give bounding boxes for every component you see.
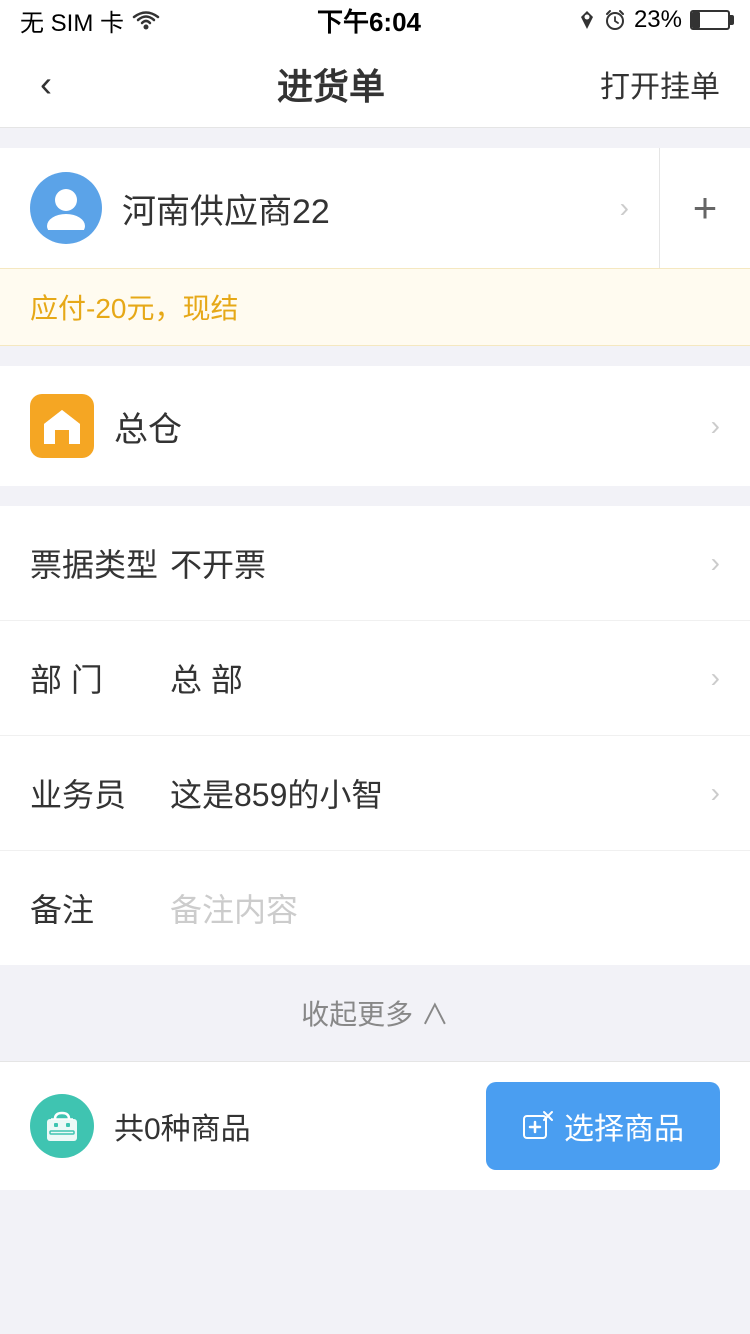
warning-text: 应付-20元，现结 [30, 293, 238, 324]
collapse-section: 收起更多 ∧ [0, 965, 750, 1061]
supplier-selector[interactable]: 河南供应商22 › [0, 148, 660, 268]
nav-bar: ‹ 进货单 打开挂单 [0, 40, 750, 128]
department-label: 部 门 [30, 655, 170, 701]
chevron-right-icon: › [620, 192, 629, 224]
open-pending-button[interactable]: 打开挂单 [600, 62, 720, 106]
invoice-type-chevron-icon: › [711, 547, 720, 579]
battery-indicator [690, 10, 730, 30]
salesperson-chevron-icon: › [711, 777, 720, 809]
status-right: 23% [578, 6, 730, 34]
remark-label: 备注 [30, 885, 170, 931]
warehouse-icon [30, 394, 94, 458]
product-cart-icon [30, 1094, 94, 1158]
battery-label: 23% [634, 6, 682, 34]
remark-row[interactable]: 备注 备注内容 [0, 851, 750, 965]
warehouse-label: 总仓 [114, 402, 711, 451]
department-row[interactable]: 部 门 总 部 › [0, 621, 750, 736]
add-product-icon [522, 1110, 554, 1142]
carrier-label: 无 SIM 卡 [20, 3, 124, 38]
invoice-type-value: 不开票 [170, 540, 711, 586]
location-icon [578, 9, 596, 31]
warning-banner: 应付-20元，现结 [0, 268, 750, 346]
salesperson-value: 这是859的小智 [170, 770, 711, 816]
status-bar: 无 SIM 卡 下午6:04 23% [0, 0, 750, 40]
salesperson-label: 业务员 [30, 770, 170, 816]
product-count-label: 共0种商品 [114, 1104, 486, 1148]
invoice-type-row[interactable]: 票据类型 不开票 › [0, 506, 750, 621]
add-supplier-button[interactable]: + [660, 148, 750, 268]
collapse-button[interactable]: 收起更多 ∧ [301, 999, 449, 1030]
invoice-type-label: 票据类型 [30, 540, 170, 586]
house-icon [42, 408, 82, 444]
warehouse-section[interactable]: 总仓 › [0, 366, 750, 486]
page-title: 进货单 [277, 58, 385, 110]
bottom-bar: 共0种商品 选择商品 [0, 1061, 750, 1190]
select-product-button[interactable]: 选择商品 [486, 1082, 720, 1170]
shopping-bag-icon [43, 1109, 81, 1143]
main-content: 河南供应商22 › + 应付-20元，现结 总仓 › 票据类型 不开票 › 部 … [0, 148, 750, 1190]
salesperson-row[interactable]: 业务员 这是859的小智 › [0, 736, 750, 851]
status-left: 无 SIM 卡 [20, 3, 160, 38]
back-button[interactable]: ‹ [30, 53, 62, 115]
status-time: 下午6:04 [317, 2, 421, 39]
form-section: 票据类型 不开票 › 部 门 总 部 › 业务员 这是859的小智 › 备注 备… [0, 506, 750, 965]
wifi-icon [132, 10, 160, 30]
alarm-icon [604, 9, 626, 31]
supplier-avatar [30, 172, 102, 244]
remark-input[interactable]: 备注内容 [170, 885, 720, 931]
warehouse-chevron-icon: › [711, 410, 720, 442]
department-chevron-icon: › [711, 662, 720, 694]
supplier-section: 河南供应商22 › + [0, 148, 750, 268]
person-icon [45, 186, 87, 230]
supplier-name: 河南供应商22 [122, 184, 620, 233]
select-product-label: 选择商品 [564, 1104, 684, 1148]
department-value: 总 部 [170, 655, 711, 701]
